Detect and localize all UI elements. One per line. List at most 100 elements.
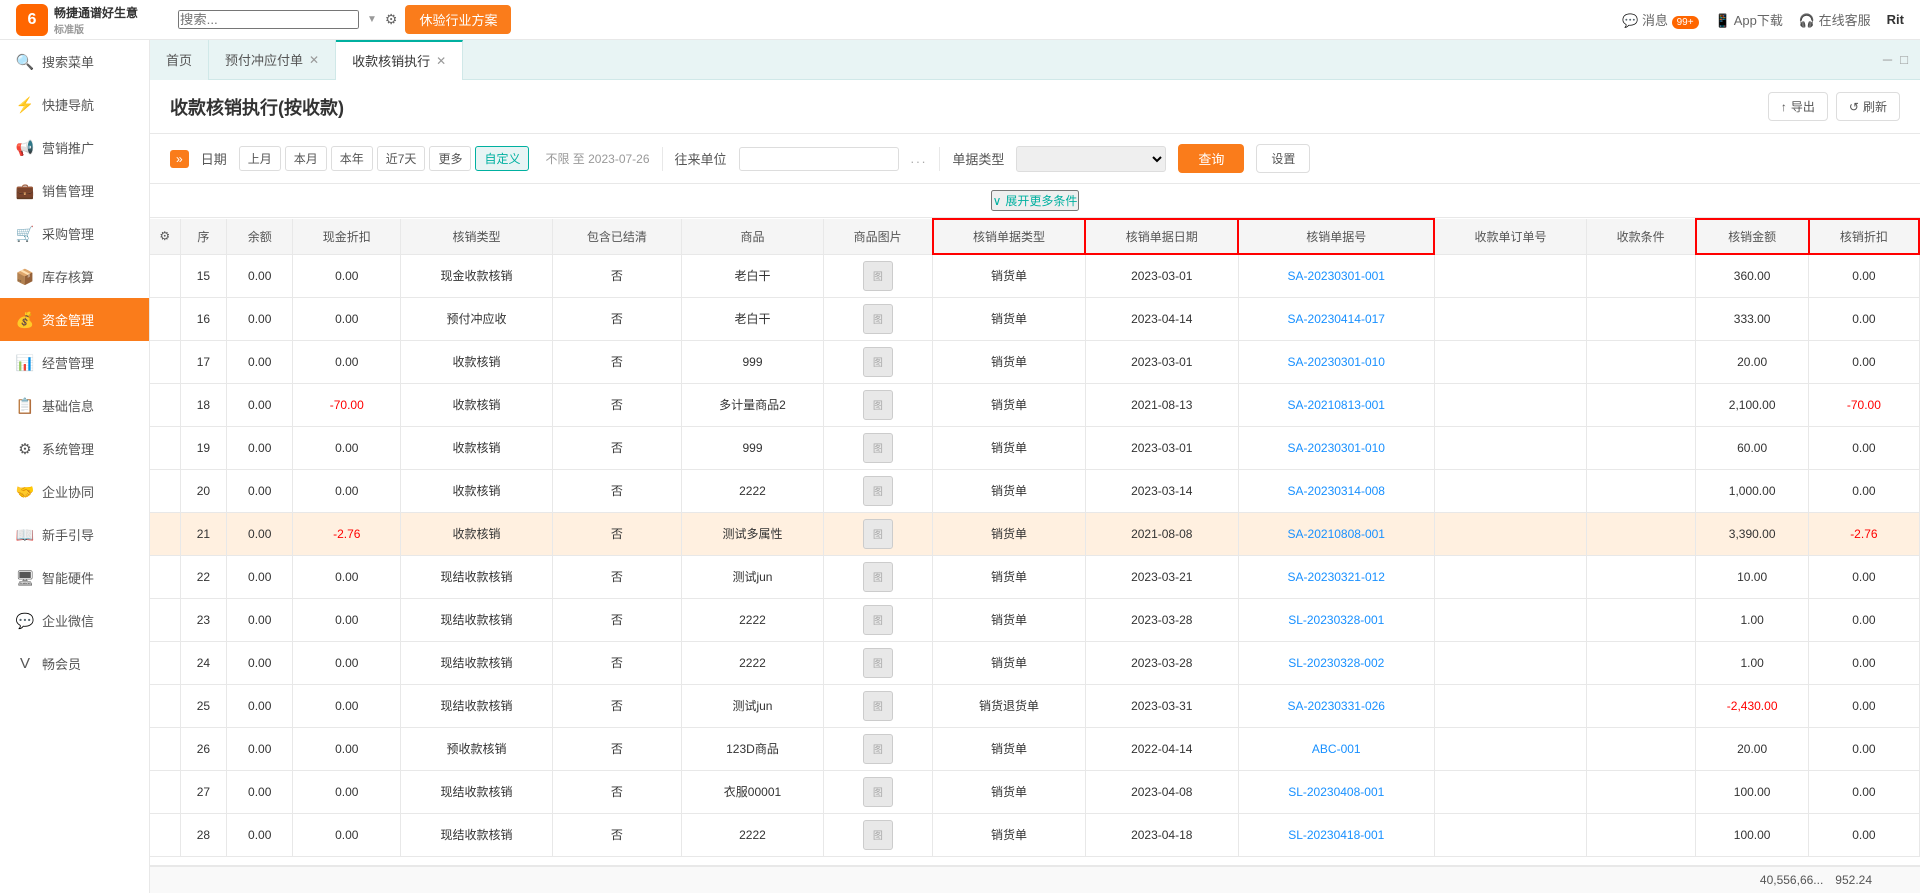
sidebar-item-guide[interactable]: 📖 新手引导: [0, 513, 149, 556]
expand-conditions-btn[interactable]: ∨ 展开更多条件: [991, 190, 1080, 211]
setting-btn[interactable]: 设置: [1256, 144, 1310, 173]
td-receipt-condition: [1586, 684, 1695, 727]
th-gear[interactable]: ⚙: [150, 219, 180, 254]
td-bill-report-no[interactable]: SA-20230301-001: [1238, 254, 1434, 297]
sidebar-item-wechat[interactable]: 💬 企业微信: [0, 599, 149, 642]
td-bill-report-no[interactable]: SA-20230314-008: [1238, 469, 1434, 512]
td-bill-report-no[interactable]: SL-20230328-001: [1238, 598, 1434, 641]
bill-no-link[interactable]: SA-20230314-008: [1288, 484, 1385, 498]
sidebar-item-inventory[interactable]: 📦 库存核算: [0, 255, 149, 298]
td-verify-type: 预收款核销: [401, 727, 552, 770]
td-bill-report-no[interactable]: SA-20230301-010: [1238, 340, 1434, 383]
sidebar-item-hardware[interactable]: 🖥 智能硬件: [0, 556, 149, 599]
td-balance: 0.00: [227, 684, 293, 727]
app-download[interactable]: 📱 App下载: [1715, 10, 1783, 29]
date-this-month[interactable]: 本月: [285, 146, 327, 171]
sidebar-label-system: 系统管理: [42, 439, 94, 458]
td-verify-amount: 20.00: [1696, 340, 1809, 383]
sidebar-item-operation[interactable]: 📊 经营管理: [0, 341, 149, 384]
bill-no-link[interactable]: SA-20230301-001: [1288, 269, 1385, 283]
user-name[interactable]: Rit: [1887, 12, 1904, 27]
online-service[interactable]: 🎧 在线客服: [1799, 10, 1871, 29]
td-goods-img: 图: [823, 469, 932, 512]
td-verify-discount: 0.00: [1809, 813, 1919, 856]
td-bill-report-no[interactable]: SL-20230328-002: [1238, 641, 1434, 684]
td-bill-report-no[interactable]: SA-20230414-017: [1238, 297, 1434, 340]
query-btn[interactable]: 查询: [1178, 144, 1244, 173]
sidebar-label-wechat: 企业微信: [42, 611, 94, 630]
td-gear: [150, 727, 180, 770]
sidebar-item-quick[interactable]: ⚡ 快捷导航: [0, 83, 149, 126]
settings-icon[interactable]: ⚙: [385, 11, 398, 28]
tab-home[interactable]: 首页: [150, 40, 209, 80]
date-more[interactable]: 更多: [429, 146, 471, 171]
date-last-month[interactable]: 上月: [239, 146, 281, 171]
date-custom[interactable]: 自定义: [475, 146, 529, 171]
bill-no-link[interactable]: SA-20230301-010: [1288, 441, 1385, 455]
bill-no-link[interactable]: SL-20230328-001: [1288, 613, 1384, 627]
bill-no-link[interactable]: ABC-001: [1312, 742, 1361, 756]
td-bill-report-no[interactable]: SA-20210808-001: [1238, 512, 1434, 555]
bill-no-link[interactable]: SA-20230414-017: [1288, 312, 1385, 326]
refresh-btn[interactable]: ↺ 刷新: [1836, 92, 1900, 121]
td-bill-report-no[interactable]: SA-20210813-001: [1238, 383, 1434, 426]
td-receipt-order-no: [1434, 770, 1586, 813]
bill-no-link[interactable]: SA-20210813-001: [1288, 398, 1385, 412]
td-bill-report-no[interactable]: SA-20230321-012: [1238, 555, 1434, 598]
sidebar-item-system[interactable]: ⚙ 系统管理: [0, 427, 149, 470]
td-bill-report-date: 2021-08-08: [1085, 512, 1238, 555]
td-bill-report-no[interactable]: SA-20230331-026: [1238, 684, 1434, 727]
bill-no-link[interactable]: SL-20230408-001: [1288, 785, 1384, 799]
td-verify-type: 预付冲应收: [401, 297, 552, 340]
tab-verify[interactable]: 收款核销执行 ✕: [336, 40, 463, 80]
sidebar-item-search[interactable]: 🔍 搜索菜单: [0, 40, 149, 83]
top-bar: 6 畅捷通谱好生意 标准版 ▼ ⚙ 休验行业方案 💬 消息 99+ 📱 App下…: [0, 0, 1920, 40]
td-gear: [150, 598, 180, 641]
bill-no-link[interactable]: SA-20230331-026: [1288, 699, 1385, 713]
bill-type-select[interactable]: [1016, 146, 1166, 172]
industry-btn[interactable]: 休验行业方案: [405, 5, 511, 34]
sidebar-item-basic[interactable]: 📋 基础信息: [0, 384, 149, 427]
sidebar-item-member[interactable]: V 畅会员: [0, 642, 149, 685]
td-bill-report-type: 销货单: [933, 426, 1086, 469]
export-btn[interactable]: ↑ 导出: [1768, 92, 1828, 121]
td-verify-discount: 0.00: [1809, 340, 1919, 383]
td-bill-report-no[interactable]: ABC-001: [1238, 727, 1434, 770]
tab-prepay[interactable]: 预付冲应付单 ✕: [209, 40, 336, 80]
td-balance: 0.00: [227, 383, 293, 426]
sidebar-item-collab[interactable]: 🤝 企业协同: [0, 470, 149, 513]
td-bill-report-no[interactable]: SL-20230418-001: [1238, 813, 1434, 856]
tab-maximize-icon[interactable]: □: [1900, 52, 1908, 67]
tab-minimize-icon[interactable]: ─: [1883, 52, 1892, 67]
td-balance: 0.00: [227, 641, 293, 684]
sidebar-item-finance[interactable]: 💰 资金管理: [0, 298, 149, 341]
refresh-icon: ↺: [1849, 100, 1859, 114]
sidebar-label-collab: 企业协同: [42, 482, 94, 501]
bill-no-link[interactable]: SL-20230418-001: [1288, 828, 1384, 842]
message-icon[interactable]: 💬 消息 99+: [1622, 10, 1698, 29]
sidebar-item-sales[interactable]: 💼 销售管理: [0, 169, 149, 212]
date-7days[interactable]: 近7天: [377, 146, 426, 171]
bill-no-link[interactable]: SA-20210808-001: [1288, 527, 1385, 541]
date-this-year[interactable]: 本年: [331, 146, 373, 171]
table-container[interactable]: ⚙ 序 余额 现金折扣 核销类型 包含已结清 商品 商品图片 核销单据类型 核销…: [150, 218, 1920, 865]
from-unit-input[interactable]: [739, 147, 899, 171]
inventory-icon: 📦: [16, 268, 34, 286]
td-gear: [150, 254, 180, 297]
td-bill-report-no[interactable]: SL-20230408-001: [1238, 770, 1434, 813]
wechat-icon: 💬: [16, 612, 34, 630]
bill-no-link[interactable]: SL-20230328-002: [1288, 656, 1384, 670]
sidebar-item-marketing[interactable]: 📢 营销推广: [0, 126, 149, 169]
top-search-input[interactable]: [178, 10, 359, 29]
tab-prepay-close[interactable]: ✕: [309, 53, 319, 67]
tab-verify-close[interactable]: ✕: [436, 54, 446, 68]
logo-text: 畅捷通谱好生意 标准版: [54, 4, 138, 36]
th-cash-discount: 现金折扣: [293, 219, 401, 254]
td-verify-type: 收款核销: [401, 512, 552, 555]
bill-no-link[interactable]: SA-20230301-010: [1288, 355, 1385, 369]
td-bill-report-no[interactable]: SA-20230301-010: [1238, 426, 1434, 469]
td-goods: 测试jun: [682, 555, 824, 598]
expand-arrow-btn[interactable]: »: [170, 150, 189, 168]
sidebar-item-purchase[interactable]: 🛒 采购管理: [0, 212, 149, 255]
bill-no-link[interactable]: SA-20230321-012: [1288, 570, 1385, 584]
